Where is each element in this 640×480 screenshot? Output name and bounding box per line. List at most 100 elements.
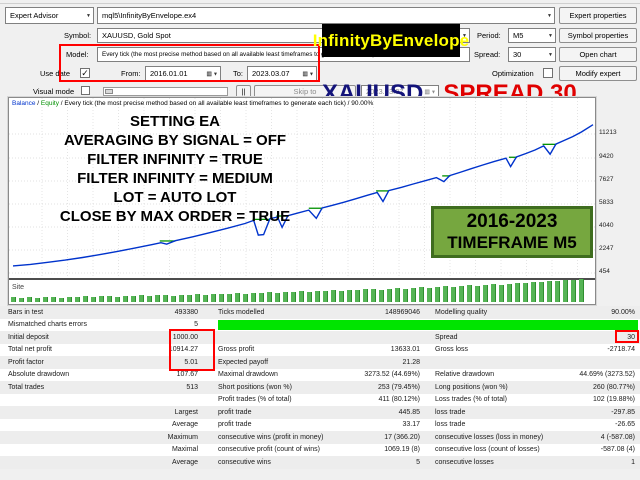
lots-bar <box>259 293 264 302</box>
lots-bar <box>539 282 544 302</box>
stat-label: profit trade <box>218 421 252 429</box>
lots-bar <box>139 295 144 302</box>
ea-setting-line: FILTER INFINITY = MEDIUM <box>77 170 273 187</box>
stat-value: 17 (366.20) <box>384 433 420 441</box>
stat-label: Long positions (won %) <box>435 383 508 391</box>
table-row: Maximal consecutive profit (count of wins… <box>0 444 640 457</box>
lots-bar <box>563 280 568 302</box>
stat-value: 90.00% <box>611 308 635 316</box>
lots-bar <box>267 292 272 302</box>
ea-banner-text: InfinityByEnvelope <box>312 30 470 50</box>
slider-thumb[interactable] <box>105 89 113 94</box>
ea-banner: InfinityByEnvelope <box>313 24 469 57</box>
modelling-quality-bar <box>218 319 638 330</box>
ea-setting-line: CLOSE BY MAX ORDER = TRUE <box>59 208 291 225</box>
stat-label: Gross profit <box>218 346 255 354</box>
symbol-properties-button[interactable]: Symbol properties <box>559 28 637 43</box>
stat-value: 33.17 <box>402 421 420 429</box>
lots-bar <box>155 295 160 302</box>
lots-bar <box>195 294 200 302</box>
lots-bar <box>315 291 320 302</box>
period-years: 2016-2023 <box>466 211 558 232</box>
stat-label: Initial deposit <box>8 333 49 341</box>
from-date-picker[interactable]: 2016.01.01 ▦▼ <box>145 66 221 81</box>
stat-label: consecutive losses (loss in money) <box>435 433 544 441</box>
lots-bar <box>211 294 216 302</box>
symbol-label: Symbol: <box>64 31 92 40</box>
lots-bar <box>251 293 256 302</box>
lots-bar <box>283 292 288 302</box>
stat-value: 1000.00 <box>172 333 198 341</box>
visual-mode-checkbox[interactable] <box>81 86 90 95</box>
lots-bar <box>467 285 472 302</box>
stat-value: -26.65 <box>615 421 635 429</box>
site-label: Site <box>12 284 25 291</box>
table-row: Average consecutive wins 5 consecutive loss… <box>0 456 640 469</box>
stat-label: consecutive wins (profit in money) <box>218 433 324 441</box>
stat-label: Gross loss <box>435 346 469 354</box>
table-row: Total trades 513 Short positions (won %) 25… <box>0 381 640 394</box>
period-value: M5 <box>513 31 524 40</box>
open-chart-button[interactable]: Open chart <box>559 47 637 62</box>
ea-setting-line: SETTING EA <box>129 113 220 130</box>
lots-bar <box>459 286 464 302</box>
lots-bar <box>403 289 408 302</box>
y-axis-tick: 5833 <box>599 199 614 206</box>
stat-value: 4 (-587.08) <box>600 433 635 441</box>
lots-bar <box>475 286 480 302</box>
tester-type-select[interactable]: Expert Advisor ▼ <box>5 7 94 24</box>
use-date-checkbox[interactable]: ✓ <box>80 68 90 78</box>
ea-setting-line: FILTER INFINITY = TRUE <box>87 151 263 168</box>
lots-bar <box>515 283 520 302</box>
modify-expert-button[interactable]: Modify expert <box>559 66 637 81</box>
stat-label: Profit trades (% of total) <box>218 396 292 404</box>
lots-bar <box>187 295 192 302</box>
lots-bar <box>339 291 344 302</box>
optimization-checkbox[interactable] <box>543 68 553 78</box>
table-row: Maximum consecutive wins (profit in money… <box>0 431 640 444</box>
strategy-tester-window: { "toolbar": { "ea_selector_label": "Exp… <box>0 0 640 480</box>
lots-bar <box>419 287 424 302</box>
stat-value: 445.85 <box>398 408 420 416</box>
ea-name-combobox[interactable]: mql5\InfinityByEnvelope.ex4 ▼ <box>97 7 555 24</box>
lots-bar <box>571 280 576 302</box>
lots-bar <box>523 283 528 302</box>
table-row: Bars in test 493380 Ticks modelled 14896904… <box>0 306 640 319</box>
stat-value: Maximum <box>167 433 198 441</box>
lots-bar <box>451 287 456 302</box>
to-date-value: 2023.03.07 <box>252 69 290 78</box>
backtest-graph[interactable]: Balance / Equity / Every tick (the most … <box>8 97 596 305</box>
ea-settings-annotation: SETTING EA AVERAGING BY SIGNAL = OFF FILTE… <box>9 112 341 226</box>
lots-bar <box>99 296 104 302</box>
chevron-down-icon: ▼ <box>548 51 553 58</box>
lots-bar <box>379 290 384 302</box>
y-axis-tick: 11213 <box>599 129 617 136</box>
tester-type-label: Expert Advisor <box>10 11 59 20</box>
lots-bar <box>123 296 128 302</box>
lots-bar <box>355 290 360 302</box>
ea-setting-line: LOT = AUTO LOT <box>113 189 237 206</box>
lots-bar <box>147 296 152 302</box>
lots-bar <box>35 298 40 302</box>
spread-combobox[interactable]: 30 ▼ <box>508 47 556 62</box>
lots-bar <box>395 288 400 302</box>
calendar-icon: ▦ <box>206 71 213 77</box>
stat-label: Maximal drawdown <box>218 371 278 379</box>
period-combobox[interactable]: M5 ▼ <box>508 28 556 43</box>
stat-value: 102 (19.88%) <box>592 396 635 404</box>
stat-label: consecutive profit (count of wins) <box>218 446 320 454</box>
optimization-label: Optimization <box>492 69 534 78</box>
chevron-down-icon: ▼ <box>547 12 552 19</box>
lots-bar <box>51 297 56 302</box>
to-date-picker[interactable]: 2023.03.07 ▦▼ <box>247 66 317 81</box>
stat-label: Ticks modelled <box>218 308 265 316</box>
lots-bar <box>243 294 248 302</box>
expert-properties-button[interactable]: Expert properties <box>559 7 637 24</box>
chevron-down-icon: ▼ <box>548 32 553 39</box>
visual-speed-slider[interactable] <box>103 87 228 96</box>
ea-setting-line: AVERAGING BY SIGNAL = OFF <box>63 132 287 149</box>
y-axis-tick: 9420 <box>599 153 614 160</box>
y-axis-tick: 7627 <box>599 176 614 183</box>
lots-bar <box>427 288 432 302</box>
stat-label: Loss trades (% of total) <box>435 396 507 404</box>
